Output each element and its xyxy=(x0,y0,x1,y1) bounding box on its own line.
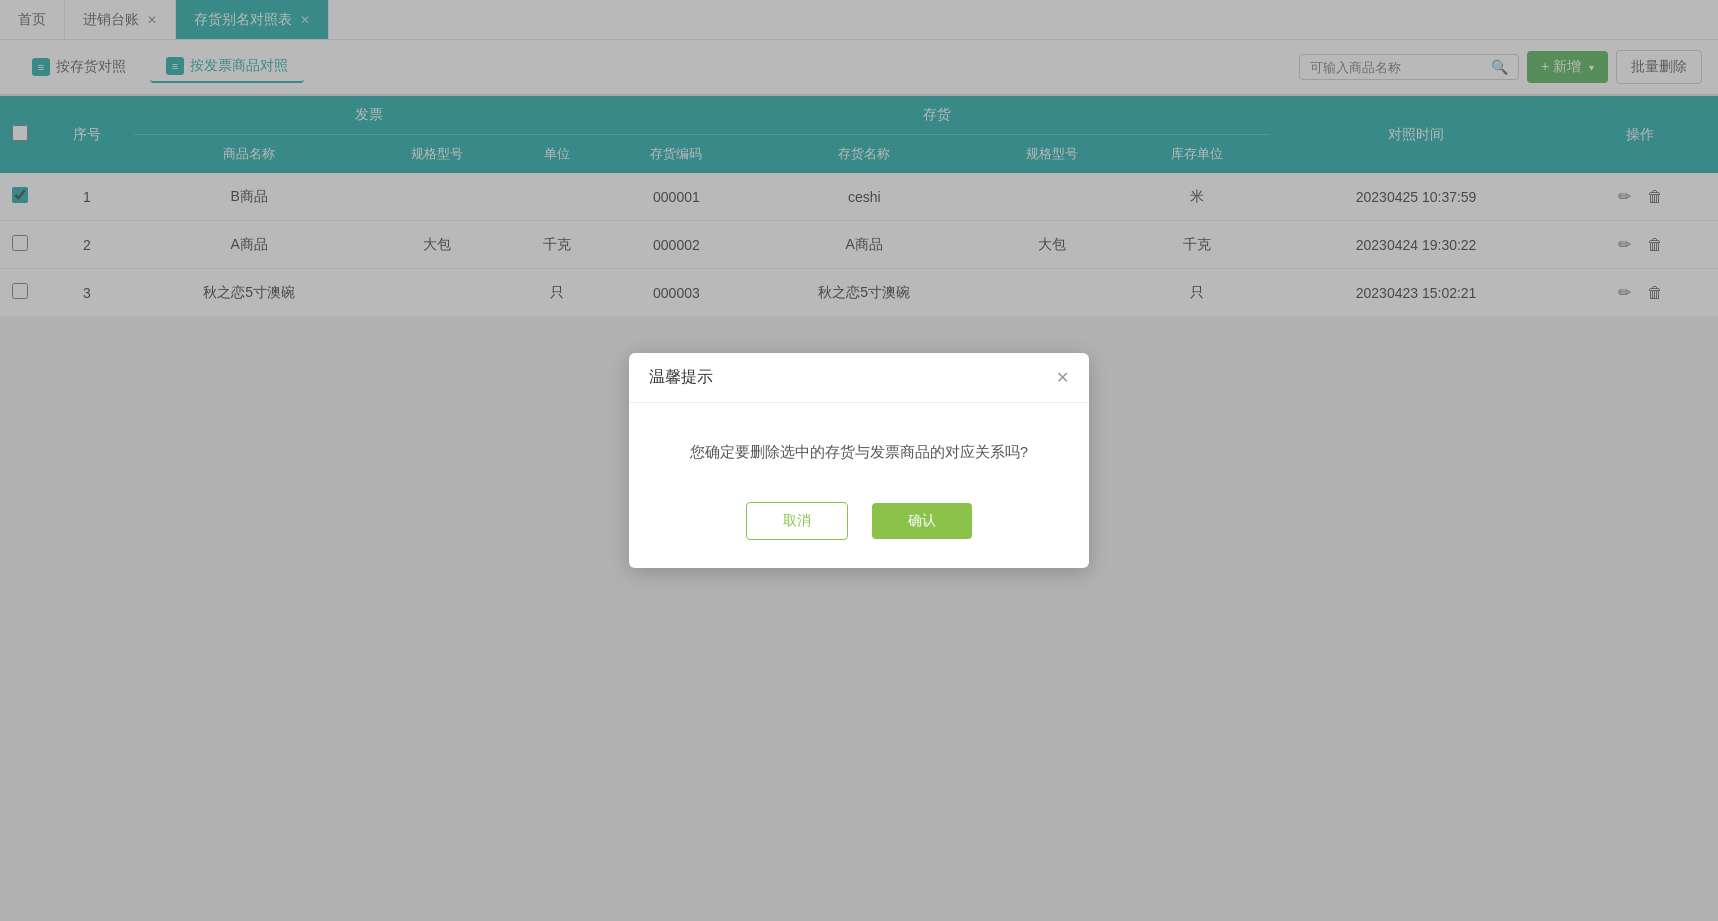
modal-overlay: 温馨提示 ✕ 您确定要删除选中的存货与发票商品的对应关系吗? 取消 确认 xyxy=(0,0,1718,317)
